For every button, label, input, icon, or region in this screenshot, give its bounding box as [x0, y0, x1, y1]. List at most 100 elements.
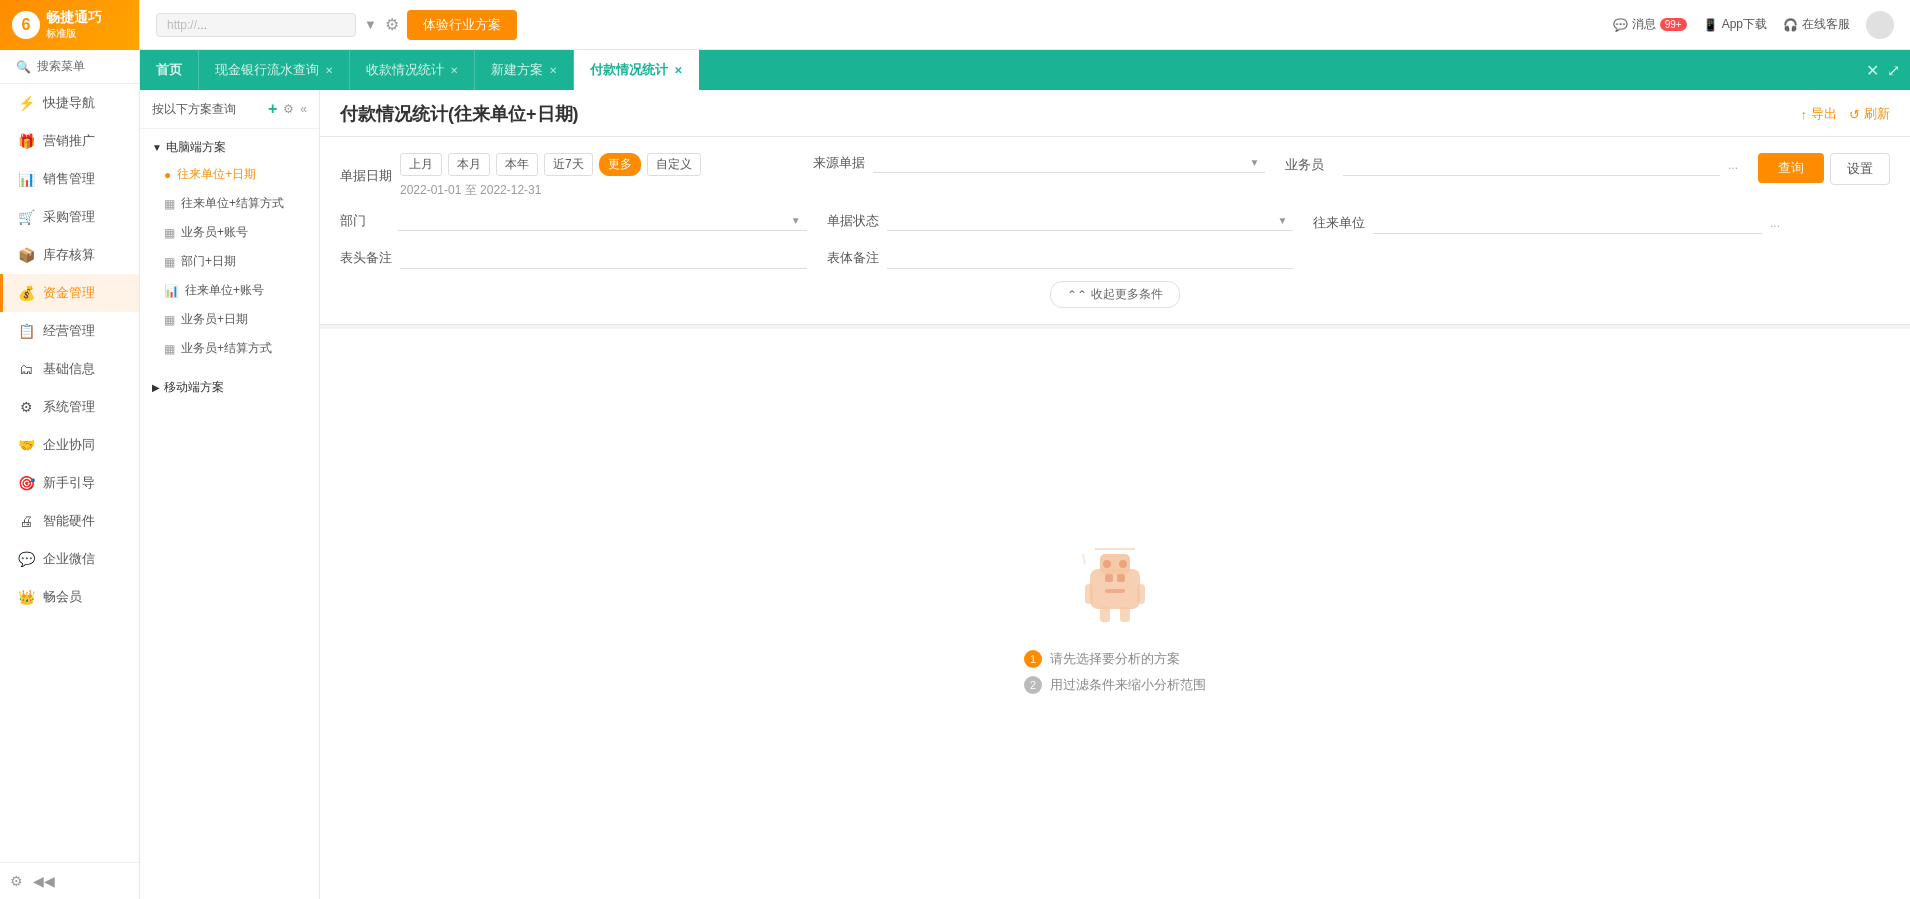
- topbar: http://... ▼ ⚙ 体验行业方案 💬 消息 99+ 📱 App下载 🎧…: [140, 0, 1910, 50]
- app-download-label: App下载: [1722, 16, 1767, 33]
- header-note-input[interactable]: [400, 246, 807, 269]
- online-service-btn[interactable]: 🎧 在线客服: [1783, 16, 1850, 33]
- sidebar-item-purchase[interactable]: 🛒 采购管理: [0, 198, 139, 236]
- staff-more-icon[interactable]: ...: [1728, 158, 1738, 172]
- date-this-month-btn[interactable]: 本月: [448, 153, 490, 176]
- query-button[interactable]: 查询: [1758, 153, 1824, 183]
- scheme-item-unit-settlement[interactable]: ▦ 往来单位+结算方式: [140, 189, 319, 218]
- sidebar-item-weixin[interactable]: 💬 企业微信: [0, 540, 139, 578]
- tab-payment-stats-label: 付款情况统计: [590, 61, 668, 79]
- dept-select[interactable]: ▼: [398, 211, 807, 231]
- hardware-icon: 🖨: [17, 512, 35, 530]
- sidebar-item-inventory[interactable]: 📦 库存核算: [0, 236, 139, 274]
- close-new-scheme-tab-icon[interactable]: ✕: [549, 65, 557, 76]
- close-receipt-stats-tab-icon[interactable]: ✕: [450, 65, 458, 76]
- active-scheme-icon: ●: [164, 168, 171, 182]
- message-btn[interactable]: 💬 消息 99+: [1613, 16, 1687, 33]
- address-bar[interactable]: http://...: [156, 13, 356, 37]
- body-note-input[interactable]: [887, 246, 1294, 269]
- date-range-display: 2022-01-01 至 2022-12-31: [400, 182, 701, 199]
- sidebar-item-capital[interactable]: 💰 资金管理: [0, 274, 139, 312]
- sidebar-item-guide[interactable]: 🎯 新手引导: [0, 464, 139, 502]
- export-button[interactable]: ↑ 导出: [1801, 105, 1838, 123]
- sidebar-item-hardware[interactable]: 🖨 智能硬件: [0, 502, 139, 540]
- svg-line-12: [1083, 554, 1085, 564]
- collapse-sidebar-icon[interactable]: ◀◀: [33, 873, 55, 889]
- sidebar-search[interactable]: 🔍 搜索菜单: [0, 50, 139, 84]
- date-this-year-btn[interactable]: 本年: [496, 153, 538, 176]
- sidebar-item-member[interactable]: 👑 畅会员: [0, 578, 139, 616]
- nav-label: 库存核算: [43, 246, 95, 264]
- sidebar-item-system[interactable]: ⚙ 系统管理: [0, 388, 139, 426]
- guide-icon: 🎯: [17, 474, 35, 492]
- tab-payment-stats[interactable]: 付款情况统计 ✕: [574, 50, 699, 90]
- doc-status-select[interactable]: ▼: [887, 211, 1294, 231]
- scheme-table-icon: ▦: [164, 255, 175, 269]
- svg-rect-8: [1137, 584, 1145, 604]
- sidebar-footer: ⚙ ◀◀: [0, 862, 139, 899]
- sidebar-item-basic-info[interactable]: 🗂 基础信息: [0, 350, 139, 388]
- date-last-month-btn[interactable]: 上月: [400, 153, 442, 176]
- tab-new-scheme[interactable]: 新建方案 ✕: [475, 50, 574, 90]
- message-label: 消息: [1632, 16, 1656, 33]
- collapse-scheme-icon[interactable]: «: [300, 102, 307, 116]
- industry-scheme-button[interactable]: 体验行业方案: [407, 10, 517, 40]
- user-avatar[interactable]: [1866, 11, 1894, 39]
- desktop-scheme-group-title[interactable]: ▼ 电脑端方案: [140, 135, 319, 160]
- marketing-icon: 🎁: [17, 132, 35, 150]
- partner-more-icon[interactable]: ...: [1770, 216, 1780, 230]
- mobile-scheme-group-title[interactable]: ▶ 移动端方案: [140, 375, 319, 400]
- app-download-btn[interactable]: 📱 App下载: [1703, 16, 1767, 33]
- partner-input[interactable]: [1373, 211, 1762, 234]
- sidebar-nav: ⚡ 快捷导航 🎁 营销推广 📊 销售管理 🛒 采购管理 📦 库存核算 💰 资金管…: [0, 84, 139, 862]
- dept-chevron-icon: ▼: [791, 215, 801, 226]
- sidebar-item-sales[interactable]: 📊 销售管理: [0, 160, 139, 198]
- scheme-item-staff-account[interactable]: ▦ 业务员+账号: [140, 218, 319, 247]
- sidebar-item-marketing[interactable]: 🎁 营销推广: [0, 122, 139, 160]
- refresh-button[interactable]: ↺ 刷新: [1849, 105, 1890, 123]
- close-cash-flow-tab-icon[interactable]: ✕: [325, 65, 333, 76]
- staff-input[interactable]: [1343, 153, 1720, 176]
- scheme-item-staff-date[interactable]: ▦ 业务员+日期: [140, 305, 319, 334]
- nav-label: 畅会员: [43, 588, 82, 606]
- scheme-panel-header: 按以下方案查询 + ⚙ «: [140, 90, 319, 129]
- add-scheme-icon[interactable]: +: [268, 100, 277, 118]
- scheme-item-unit-account[interactable]: 📊 往来单位+账号: [140, 276, 319, 305]
- purchase-icon: 🛒: [17, 208, 35, 226]
- dept-field: 部门 ▼: [340, 211, 807, 231]
- maximize-icon[interactable]: ⤢: [1887, 61, 1900, 80]
- date-custom-btn[interactable]: 自定义: [647, 153, 701, 176]
- scheme-item-dept-date[interactable]: ▦ 部门+日期: [140, 247, 319, 276]
- date-more-btn[interactable]: 更多: [599, 153, 641, 176]
- settings-btn[interactable]: ⚙: [385, 15, 399, 34]
- settings-button[interactable]: 设置: [1830, 153, 1890, 185]
- filter-area: 付款情况统计(往来单位+日期) ↑ 导出 ↺ 刷新 单: [320, 90, 1910, 899]
- tab-receipt-stats[interactable]: 收款情况统计 ✕: [350, 50, 475, 90]
- filter-actions: 查询 设置: [1758, 153, 1890, 185]
- collapse-conditions-btn[interactable]: ⌃⌃ 收起更多条件: [1050, 281, 1180, 308]
- scheme-item-unit-date[interactable]: ● 往来单位+日期: [140, 160, 319, 189]
- sidebar-item-quick-nav[interactable]: ⚡ 快捷导航: [0, 84, 139, 122]
- nav-label: 快捷导航: [43, 94, 95, 112]
- scheme-settings-icon[interactable]: ⚙: [283, 102, 294, 116]
- sidebar-item-enterprise[interactable]: 🤝 企业协同: [0, 426, 139, 464]
- source-select[interactable]: ▼: [873, 153, 1266, 173]
- close-all-tabs-icon[interactable]: ✕: [1866, 61, 1879, 80]
- tab-cash-flow[interactable]: 现金银行流水查询 ✕: [199, 50, 350, 90]
- weixin-icon: 💬: [17, 550, 35, 568]
- tab-home-label: 首页: [156, 61, 182, 79]
- close-payment-stats-tab-icon[interactable]: ✕: [674, 65, 682, 76]
- tab-home[interactable]: 首页: [140, 50, 199, 90]
- dropdown-arrow-icon[interactable]: ▼: [364, 17, 377, 32]
- scheme-item-staff-settlement[interactable]: ▦ 业务员+结算方式: [140, 334, 319, 363]
- doc-status-label: 单据状态: [827, 212, 879, 230]
- filter-row-3: 表头备注 表体备注: [340, 246, 1890, 269]
- sidebar-item-operation[interactable]: 📋 经营管理: [0, 312, 139, 350]
- main-content: http://... ▼ ⚙ 体验行业方案 💬 消息 99+ 📱 App下载 🎧…: [140, 0, 1910, 899]
- date-7days-btn[interactable]: 近7天: [544, 153, 593, 176]
- scheme-table-icon: ▦: [164, 226, 175, 240]
- partner-label: 往来单位: [1313, 214, 1365, 232]
- scheme-label: 业务员+结算方式: [181, 340, 272, 357]
- settings-icon[interactable]: ⚙: [10, 873, 23, 889]
- logo-icon: 6: [12, 11, 40, 39]
